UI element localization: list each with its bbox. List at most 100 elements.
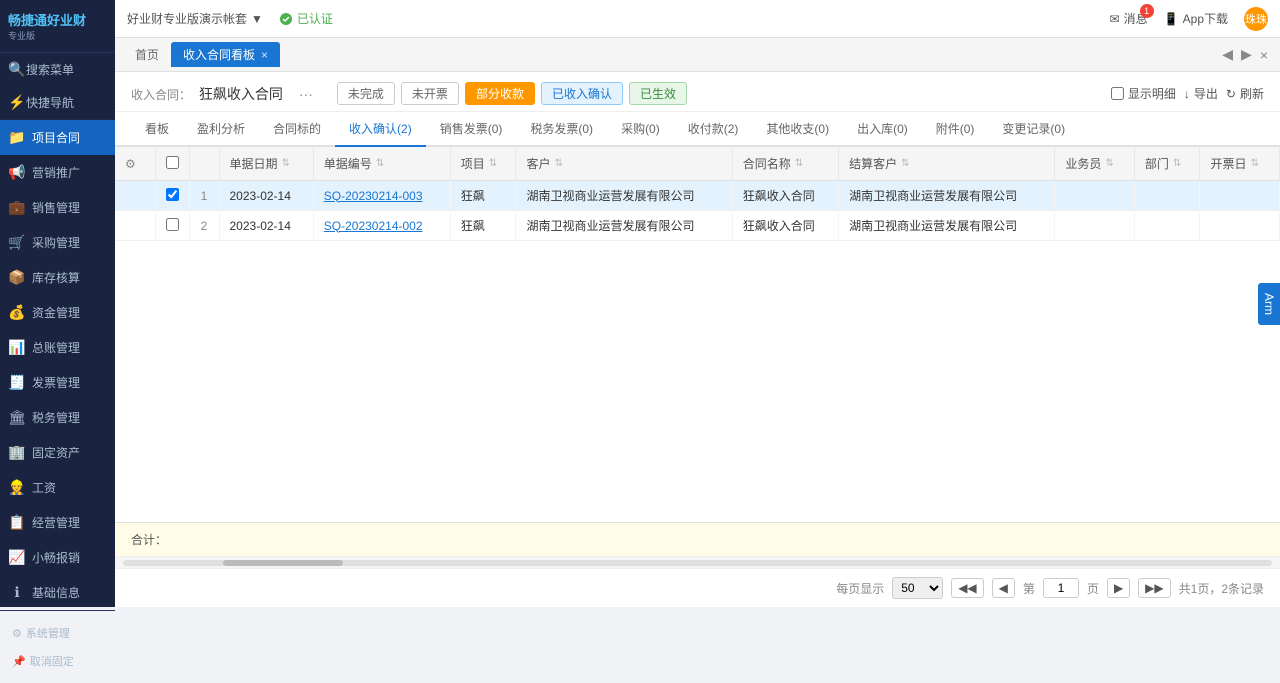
scrollbar-thumb[interactable] — [223, 560, 343, 566]
pagination-page-input[interactable] — [1043, 578, 1079, 598]
inner-tab-采购[interactable]: 采购(0) — [607, 112, 674, 147]
record-link[interactable]: SQ-20230214-002 — [324, 219, 423, 233]
inner-tab-其他收支[interactable]: 其他收支(0) — [752, 112, 843, 147]
table-row[interactable]: 2 2023-02-14 SQ-20230214-002 狂飙 湖南卫视商业运营… — [115, 211, 1280, 241]
th-settle-customer[interactable]: 结算客户⇅ — [839, 147, 1055, 181]
sidebar-item-ops[interactable]: 📋 经营管理 — [0, 505, 115, 540]
inner-tab-盈利分析[interactable]: 盈利分析 — [183, 112, 259, 147]
status-incomplete[interactable]: 未完成 — [337, 82, 395, 105]
td-checkbox[interactable] — [155, 211, 189, 241]
app-download-button[interactable]: 📱 App下载 — [1164, 10, 1228, 27]
table-row[interactable]: 1 2023-02-14 SQ-20230214-003 狂飙 湖南卫视商业运营… — [115, 181, 1280, 211]
sidebar-item-inventory[interactable]: 📦 库存核算 — [0, 260, 115, 295]
td-customer: 湖南卫视商业运营发展有限公司 — [516, 181, 732, 211]
export-icon: ↓ — [1184, 87, 1190, 101]
status-revenue-confirmed[interactable]: 已收入确认 — [541, 82, 623, 105]
sidebar-item-invoice[interactable]: 🧾 发票管理 — [0, 365, 115, 400]
th-department[interactable]: 部门⇅ — [1134, 147, 1200, 181]
tab-contract-board[interactable]: 收入合同看板 × — [171, 42, 280, 67]
th-customer[interactable]: 客户⇅ — [516, 147, 732, 181]
inner-tab-附件[interactable]: 附件(0) — [922, 112, 989, 147]
td-num: 2 — [189, 211, 219, 241]
inventory-icon: 📦 — [8, 269, 26, 286]
tab-home[interactable]: 首页 — [127, 46, 167, 63]
sidebar-item-fixedassets[interactable]: 🏢 固定资产 — [0, 435, 115, 470]
sidebar-item-purchase[interactable]: 🛒 采购管理 — [0, 225, 115, 260]
show-detail-checkbox[interactable] — [1111, 87, 1124, 100]
export-button[interactable]: ↓ 导出 — [1184, 85, 1218, 102]
horizontal-scrollbar[interactable] — [115, 556, 1280, 568]
sidebar-item-finance[interactable]: 💰 资金管理 — [0, 295, 115, 330]
sidebar-item-search[interactable]: 🔍 搜索菜单 — [0, 53, 115, 86]
sidebar-footer-unpin[interactable]: 📌 取消固定 — [8, 647, 107, 675]
sidebar-item-marketing[interactable]: 📢 营销推广 — [0, 155, 115, 190]
sort-project-icon: ⇅ — [489, 158, 497, 169]
status-partial-receipt[interactable]: 部分收款 — [465, 82, 535, 105]
sidebar-item-ledger[interactable]: 📊 总账管理 — [0, 330, 115, 365]
sidebar-item-sales[interactable]: 💼 销售管理 — [0, 190, 115, 225]
td-date: 2023-02-14 — [219, 181, 313, 211]
table-wrapper[interactable]: ⚙ 单据日期⇅ 单据编号⇅ 项目⇅ 客户⇅ 合同名称⇅ 结算客户⇅ 业务员⇅ 部… — [115, 147, 1280, 522]
status-effective[interactable]: 已生效 — [629, 82, 687, 105]
per-page-select[interactable]: 20 50 100 — [892, 577, 943, 599]
pagination-prev-button[interactable]: ◀ — [992, 578, 1015, 598]
th-date[interactable]: 单据日期⇅ — [219, 147, 313, 181]
inner-tab-收入确认[interactable]: 收入确认(2) — [335, 112, 426, 147]
inner-tab-销售发票[interactable]: 销售发票(0) — [426, 112, 517, 147]
sidebar-item-expense[interactable]: 📈 小畅报销 — [0, 540, 115, 575]
user-avatar-button[interactable]: 珠珠 — [1244, 7, 1268, 31]
app-logo-text: 畅捷通好业财 — [8, 10, 107, 29]
refresh-button[interactable]: ↻ 刷新 — [1226, 85, 1264, 102]
sidebar-item-payroll[interactable]: 👷 工资 — [0, 470, 115, 505]
inner-tab-合同标的[interactable]: 合同标的 — [259, 112, 335, 147]
company-selector[interactable]: 好业财专业版演示帐套 ▼ — [127, 10, 263, 27]
th-contract-name[interactable]: 合同名称⇅ — [732, 147, 838, 181]
select-all-checkbox[interactable] — [166, 156, 179, 169]
tab-close-icon[interactable]: × — [1260, 47, 1268, 63]
sidebar-item-project[interactable]: 📁 项目合同 — [0, 120, 115, 155]
sidebar-item-basics[interactable]: ℹ 基础信息 — [0, 575, 115, 610]
ledger-icon: 📊 — [8, 339, 26, 356]
float-right-button[interactable]: Arm — [1258, 283, 1280, 325]
inner-tab-税务发票[interactable]: 税务发票(0) — [516, 112, 607, 147]
tab-prev-icon[interactable]: ◀ — [1222, 46, 1233, 63]
td-checkbox[interactable] — [155, 181, 189, 211]
th-settings[interactable]: ⚙ — [115, 147, 155, 181]
show-detail-checkbox-label[interactable]: 显示明细 — [1111, 85, 1176, 102]
th-code-label: 单据编号 — [324, 155, 372, 172]
close-tab-icon[interactable]: × — [261, 48, 268, 62]
row-checkbox[interactable] — [166, 188, 179, 201]
more-options-icon[interactable]: ··· — [293, 84, 319, 104]
td-code[interactable]: SQ-20230214-003 — [313, 181, 450, 211]
td-code[interactable]: SQ-20230214-002 — [313, 211, 450, 241]
inner-tab-看板[interactable]: 看板 — [131, 112, 183, 147]
per-page-label: 每页显示 — [836, 580, 884, 597]
message-button[interactable]: ✉ 1 消息 — [1110, 10, 1148, 27]
pagination: 每页显示 20 50 100 ◀◀ ◀ 第 页 ▶ ▶▶ 共1页，2条记录 — [115, 568, 1280, 607]
inner-tab-出入库[interactable]: 出入库(0) — [843, 112, 922, 147]
record-link[interactable]: SQ-20230214-003 — [324, 189, 423, 203]
sidebar-search-label: 搜索菜单 — [26, 61, 74, 78]
th-code[interactable]: 单据编号⇅ — [313, 147, 450, 181]
td-settings — [115, 211, 155, 241]
data-table: ⚙ 单据日期⇅ 单据编号⇅ 项目⇅ 客户⇅ 合同名称⇅ 结算客户⇅ 业务员⇅ 部… — [115, 147, 1280, 241]
th-salesperson[interactable]: 业务员⇅ — [1055, 147, 1134, 181]
sidebar-footer-system[interactable]: ⚙ 系统管理 — [8, 619, 107, 647]
pagination-last-button[interactable]: ▶▶ — [1138, 578, 1170, 598]
tab-next-icon[interactable]: ▶ — [1241, 46, 1252, 63]
pagination-first-button[interactable]: ◀◀ — [951, 578, 983, 598]
td-settle-customer: 湖南卫视商业运营发展有限公司 — [839, 181, 1055, 211]
th-checkbox[interactable] — [155, 147, 189, 181]
th-project[interactable]: 项目⇅ — [450, 147, 516, 181]
scrollbar-track[interactable] — [123, 560, 1272, 566]
sidebar-item-quicknav[interactable]: ⚡ 快捷导航 — [0, 86, 115, 120]
inner-tab-变更记录[interactable]: 变更记录(0) — [988, 112, 1079, 147]
th-open-date[interactable]: 开票日⇅ — [1200, 147, 1280, 181]
inner-tab-收付款[interactable]: 收付款(2) — [674, 112, 753, 147]
pagination-next-button[interactable]: ▶ — [1107, 578, 1130, 598]
column-settings-icon[interactable]: ⚙ — [125, 157, 136, 171]
status-uninvoiced[interactable]: 未开票 — [401, 82, 459, 105]
row-checkbox[interactable] — [166, 218, 179, 231]
avatar: 珠珠 — [1244, 7, 1268, 31]
sidebar-item-tax[interactable]: 🏛 税务管理 — [0, 400, 115, 435]
